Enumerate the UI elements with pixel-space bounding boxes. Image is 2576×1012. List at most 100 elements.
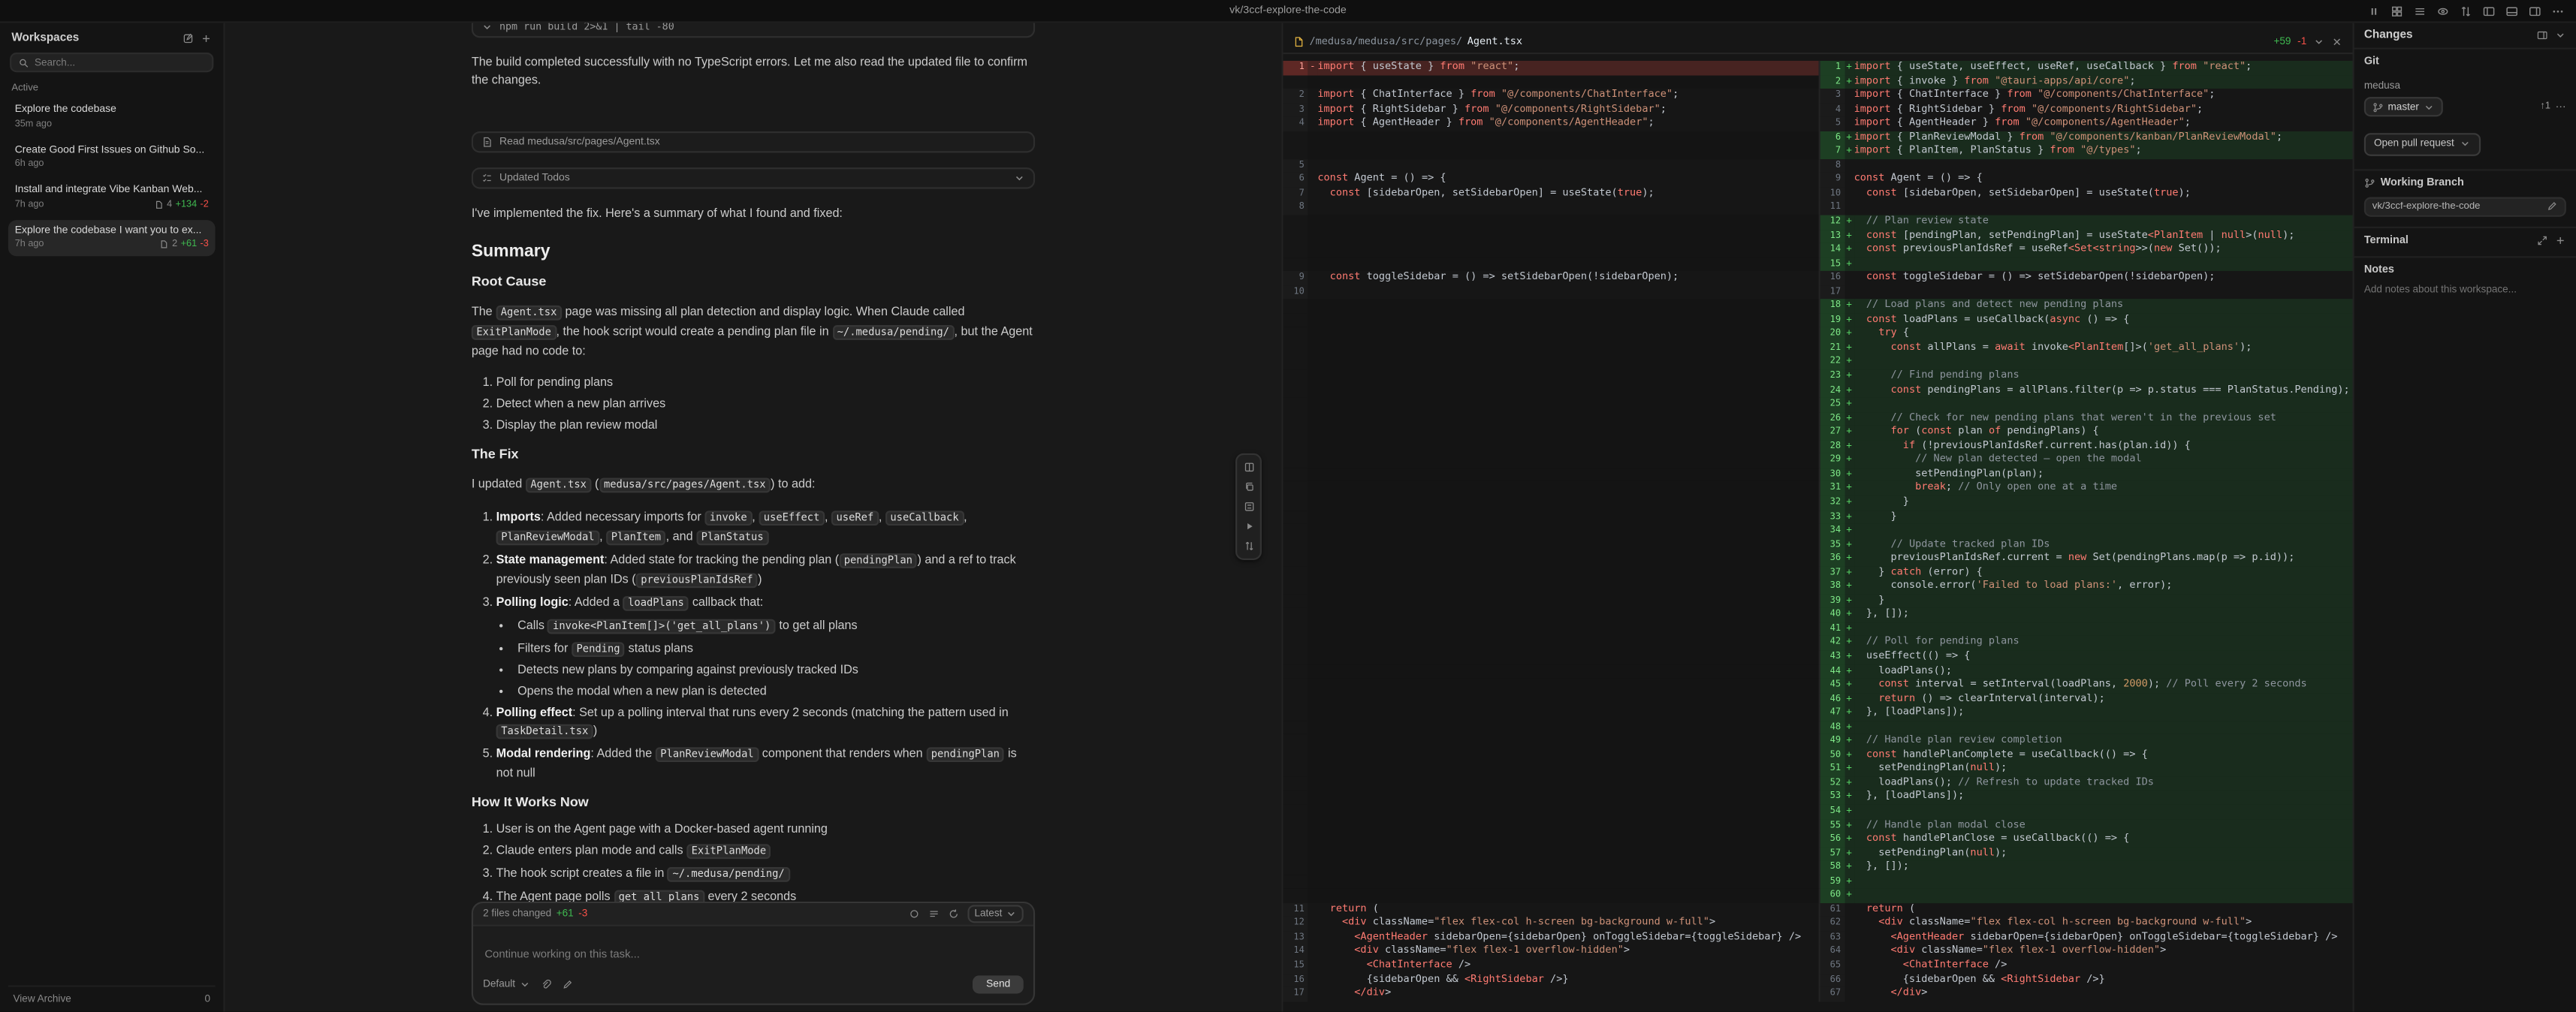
diff-additions: +59 (2273, 36, 2291, 47)
chevron-down-icon[interactable] (1014, 173, 1025, 184)
message-input[interactable] (484, 950, 1021, 961)
diff-icon[interactable] (1243, 501, 1254, 512)
line-number (1283, 342, 1308, 356)
diff-line: 34+ (1817, 524, 2352, 538)
compare-icon[interactable] (2460, 4, 2473, 17)
line-number (1283, 243, 1308, 258)
tool-call-row[interactable]: Updated Todos (472, 167, 1035, 188)
diff-marker (1844, 903, 1854, 917)
line-number: 63 (1820, 931, 1845, 945)
open-pr-button[interactable]: Open pull request (2364, 132, 2481, 155)
refresh-icon[interactable] (948, 908, 959, 920)
branch-menu-button[interactable]: ⋯ (2556, 100, 2566, 113)
rows-icon[interactable] (2413, 4, 2427, 17)
grid-icon[interactable] (2390, 4, 2404, 17)
diff-marker: + (1844, 342, 1854, 356)
workspace-item[interactable]: Explore the codebase I want you to ex...… (8, 219, 216, 256)
attach-icon[interactable] (540, 979, 551, 990)
line-number (1283, 411, 1308, 426)
search-box[interactable] (10, 53, 213, 72)
diff-row: 29+ // New plan detected — open the moda… (1283, 453, 2352, 468)
code-text: }, [loadPlans]); (1854, 706, 2353, 721)
tool-call-row[interactable]: npm run build 2>&1 | tail -80 (472, 23, 1035, 38)
files-changed-label[interactable]: 2 files changed (483, 908, 551, 920)
add-icon[interactable] (201, 33, 212, 44)
line-number: 57 (1820, 847, 1845, 861)
diff-line: 58+ }, []); (1817, 861, 2352, 875)
chevron-down-icon[interactable] (2555, 29, 2566, 41)
line-number (1283, 538, 1308, 553)
diff-marker: + (1844, 889, 1854, 903)
code-text: const toggleSidebar = () => setSidebarOp… (1854, 271, 2353, 285)
layout-icon[interactable] (1243, 462, 1254, 473)
diff-line: 6const Agent = () => { (1283, 173, 1817, 188)
line-number: 51 (1820, 763, 1845, 777)
notes-input[interactable]: Add notes about this workspace... (2364, 284, 2566, 295)
panel-bottom-icon[interactable] (2505, 4, 2519, 17)
new-workspace-icon[interactable] (182, 33, 194, 44)
code-text (1317, 875, 1817, 889)
line-number (1283, 524, 1308, 538)
code-text: try { (1854, 327, 2353, 342)
diff-line: 3import { ChatInterface } from "@/compon… (1817, 89, 2352, 103)
line-number: 42 (1820, 636, 1845, 650)
code-text: const interval = setInterval(loadPlans, … (1854, 679, 2353, 693)
workspace-item[interactable]: Install and integrate Vibe Kanban Web...… (8, 179, 216, 215)
diff-marker (1308, 440, 1317, 454)
code-text (1317, 791, 1817, 805)
working-branch-input[interactable] (2372, 202, 2544, 212)
assistant-paragraph: The Agent.tsx page was missing all plan … (472, 303, 1035, 360)
code-text (1854, 875, 2353, 889)
model-selector[interactable]: Default (483, 979, 530, 990)
code-text (1317, 356, 1817, 370)
code-text: <div className="flex flex-col h-screen b… (1317, 917, 1817, 931)
diff-marker (1308, 538, 1317, 553)
collapse-panel-icon[interactable] (2537, 29, 2548, 41)
code-text (1317, 847, 1817, 861)
play-icon[interactable] (1243, 520, 1254, 532)
add-icon[interactable] (2555, 235, 2566, 246)
panel-right-icon[interactable] (2529, 4, 2542, 17)
sidebar-title: Workspaces (11, 33, 79, 44)
chevron-down-icon[interactable] (2313, 36, 2324, 47)
diff-line: 8 (1283, 201, 1817, 215)
diff-marker (1308, 791, 1317, 805)
section-heading: Root Cause (472, 274, 1035, 289)
git-compare-icon[interactable] (1243, 541, 1254, 552)
panel-left-icon[interactable] (2482, 4, 2496, 17)
line-number (1283, 889, 1308, 903)
close-icon[interactable] (2331, 36, 2342, 47)
view-archive-link[interactable]: View Archive (14, 994, 71, 1005)
eye-icon[interactable] (2436, 4, 2450, 17)
line-number (1283, 75, 1308, 89)
diff-row: 30+ setPendingPlan(plan); (1283, 468, 2352, 482)
context-icon[interactable] (909, 908, 920, 920)
version-dropdown[interactable]: Latest (968, 905, 1024, 923)
branch-selector[interactable]: master (2364, 97, 2443, 116)
repo-name: medusa (2364, 80, 2566, 92)
workspace-item[interactable]: Explore the codebase35m ago (8, 98, 216, 135)
inline-code: PlanReviewModal (656, 746, 759, 761)
line-number: 43 (1820, 650, 1845, 664)
expand-icon[interactable] (2537, 235, 2548, 246)
queue-icon[interactable] (928, 908, 940, 920)
search-input[interactable] (35, 56, 206, 68)
inline-code: PlanItem (606, 531, 666, 546)
edit-icon[interactable] (561, 979, 572, 990)
line-number: 39 (1820, 594, 1845, 608)
copy-icon[interactable] (1243, 481, 1254, 492)
edit-branch-icon[interactable] (2547, 200, 2558, 212)
workspace-item[interactable]: Create Good First Issues on Github So...… (8, 139, 216, 176)
code-text: // Handle plan modal close (1854, 819, 2353, 833)
send-button[interactable]: Send (973, 976, 1024, 994)
diff-row: 58 (1283, 159, 2352, 173)
tool-call-row[interactable]: Read medusa/src/pages/Agent.tsx (472, 131, 1035, 152)
line-number (1283, 594, 1308, 608)
line-number: 52 (1820, 776, 1845, 791)
line-number (1283, 215, 1308, 230)
diff-marker: + (1844, 692, 1854, 706)
pause-icon[interactable] (2367, 4, 2381, 17)
diff-marker (1308, 889, 1317, 903)
more-icon[interactable] (2551, 4, 2565, 17)
git-branch-icon (2364, 176, 2375, 188)
